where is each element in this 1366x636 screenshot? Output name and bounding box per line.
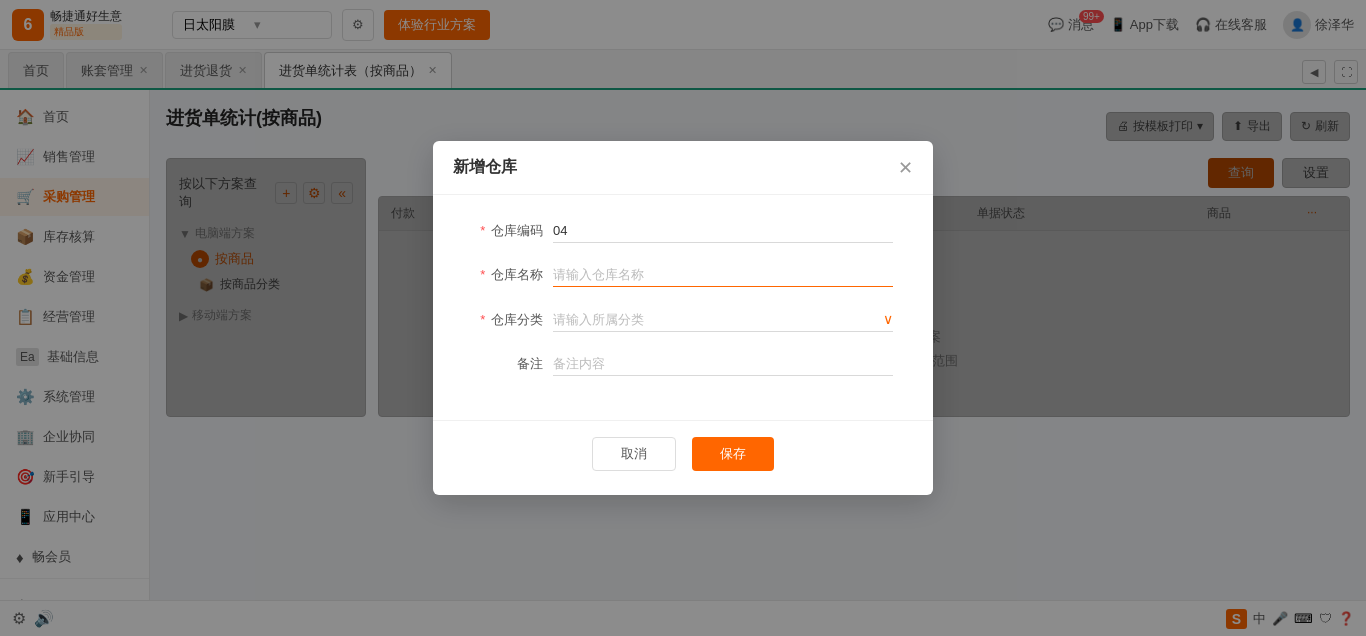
remark-label: 备注	[473, 355, 553, 373]
warehouse-category-row: * 仓库分类 ∨	[473, 307, 893, 332]
cancel-button[interactable]: 取消	[592, 437, 676, 471]
remark-input[interactable]	[553, 352, 893, 376]
category-dropdown-icon: ∨	[883, 311, 893, 327]
modal-footer: 取消 保存	[433, 420, 933, 495]
modal-overlay: 新增仓库 ✕ * 仓库编码 * 仓库名称	[0, 0, 1366, 636]
warehouse-category-label: * 仓库分类	[473, 311, 553, 329]
save-button[interactable]: 保存	[692, 437, 774, 471]
warehouse-name-label: * 仓库名称	[473, 266, 553, 284]
warehouse-category-input[interactable]	[553, 312, 883, 327]
modal-title: 新增仓库	[453, 157, 517, 178]
warehouse-code-label: * 仓库编码	[473, 222, 553, 240]
modal-body: * 仓库编码 * 仓库名称 * 仓库分类	[433, 195, 933, 420]
warehouse-code-row: * 仓库编码	[473, 219, 893, 243]
warehouse-category-select[interactable]: ∨	[553, 307, 893, 332]
remark-row: 备注	[473, 352, 893, 376]
modal-close-button[interactable]: ✕	[898, 159, 913, 177]
add-warehouse-modal: 新增仓库 ✕ * 仓库编码 * 仓库名称	[433, 141, 933, 495]
warehouse-name-input[interactable]	[553, 263, 893, 287]
warehouse-name-row: * 仓库名称	[473, 263, 893, 287]
warehouse-code-input[interactable]	[553, 219, 893, 243]
modal-header: 新增仓库 ✕	[433, 141, 933, 195]
